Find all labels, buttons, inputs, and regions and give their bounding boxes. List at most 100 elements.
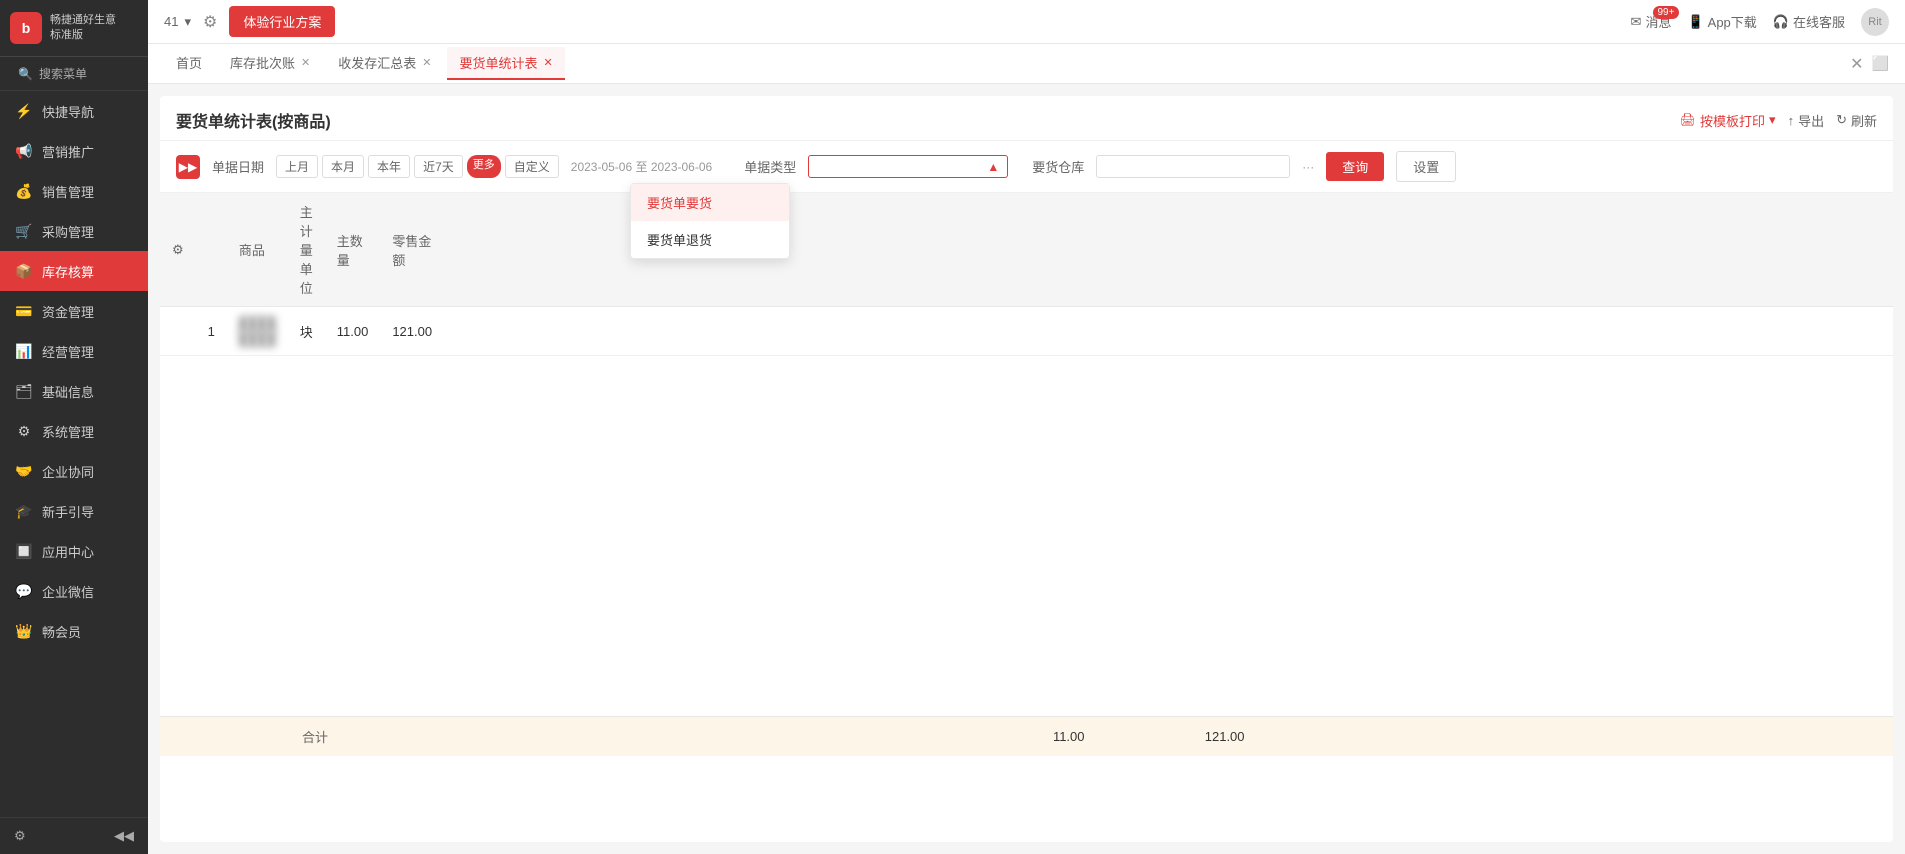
sidebar-item-purchase[interactable]: 🛒 采购管理 [0,211,148,251]
message-button[interactable]: ✉ 消息 99+ [1631,12,1672,31]
nav-icon-purchase: 🛒 [14,221,34,241]
topbar-left: 41 ▾ ⚙ 体验行业方案 [164,6,335,37]
sidebar: b 畅捷通好生意 标准版 🔍 搜索菜单 ⚡快捷导航📢营销推广💰销售管理🛒采购管理… [0,0,148,854]
warehouse-filter-input[interactable] [1096,155,1290,178]
sidebar-item-marketing[interactable]: 📢营销推广 [0,131,148,171]
expand-tab-button[interactable]: ⬜ [1872,55,1889,72]
sidebar-item-wechat[interactable]: 💬企业微信 [0,571,148,611]
col-header-product: 商品 [227,193,288,307]
footer-qty-value: 11.00 [1005,729,1085,744]
tab-batch-label: 库存批次账 [230,53,295,72]
tab-batch[interactable]: 库存批次账 ✕ [218,47,322,80]
filter-expand-button[interactable]: ▶▶ [176,155,200,179]
table-footer: 合计 11.00 121.00 [160,716,1893,756]
tab-home-label: 首页 [176,53,202,72]
sidebar-item-sales[interactable]: 💰 销售管理 [0,171,148,211]
sidebar-item-inventory[interactable]: 📦库存核算 [0,251,148,291]
type-filter-input[interactable] [817,159,987,174]
message-icon: ✉ [1631,14,1642,30]
sidebar-search[interactable]: 🔍 搜索菜单 [0,57,148,91]
nav-label-system: 系统管理 [42,422,94,441]
type-filter-chevron-up[interactable]: ▲ [987,160,999,174]
settings-icon[interactable]: ⚙ [14,828,26,844]
col-header-unit: 主计量单位 [288,193,325,307]
sidebar-item-quicknav[interactable]: ⚡快捷导航 [0,91,148,131]
export-button[interactable]: ↑ 导出 [1788,111,1825,130]
setting-button[interactable]: 设置 [1396,151,1456,182]
nav-label-purchase: 采购管理 [42,222,94,241]
type-filter-input-wrapper[interactable]: ▲ [808,155,1008,178]
tab-receive-close[interactable]: ✕ [422,56,431,69]
date-btn-custom[interactable]: 自定义 [505,155,559,178]
nav-icon-collab: 🤝 [14,461,34,481]
data-table: ⚙ 商品 主计量单位 主数量 零售金额 1 [160,193,1893,356]
search-icon: 🔍 [18,67,33,81]
nav-label-sales: 销售管理 [42,182,94,201]
nav-icon-marketing: 📢 [14,141,34,161]
avatar[interactable]: Rit [1861,8,1889,36]
sidebar-item-finance[interactable]: 💳资金管理 [0,291,148,331]
sidebar-item-guide[interactable]: 🎓新手引导 [0,491,148,531]
date-btn-last-month[interactable]: 上月 [276,155,318,178]
type-filter-label: 单据类型 [744,157,796,176]
tab-batch-close[interactable]: ✕ [301,56,310,69]
tab-count-selector[interactable]: 41 ▾ [164,14,191,30]
tab-count-value: 41 [164,14,178,29]
sidebar-item-member[interactable]: 👑畅会员 [0,611,148,651]
trial-button[interactable]: 体验行业方案 [229,6,335,37]
sidebar-collapse-button[interactable]: ◀◀ [114,828,134,844]
date-quick-buttons: 上月 本月 本年 近7天 更多 自定义 [276,155,559,178]
filter-row: ▶▶ 单据日期 上月 本月 本年 近7天 更多 自定义 2023-05-06 至… [160,141,1893,193]
app-download-label: App下载 [1708,12,1757,31]
sidebar-nav: ⚡快捷导航📢营销推广 💰 销售管理 🛒 采购管理 📦库存核算💳资金管理📊经营管理🗂基础信息… [0,91,148,817]
dropdown-item-order[interactable]: 要货单要货 [631,184,789,221]
sidebar-footer-icons: ⚙ [14,828,26,844]
table-row: 1 ████ ████ 块 11.00 121.00 [160,307,1893,356]
refresh-button[interactable]: ↻ 刷新 [1836,111,1877,130]
print-label: 按模板打印 [1700,111,1765,130]
page-title: 要货单统计表(按商品) [176,108,331,132]
type-dropdown-menu: 要货单要货 要货单退货 [630,183,790,259]
app-download-button[interactable]: 📱 App下载 [1687,12,1756,31]
close-all-tabs-button[interactable]: ✕ [1850,54,1863,74]
query-button[interactable]: 查询 [1326,152,1384,181]
export-label: 导出 [1798,111,1824,130]
date-btn-this-year[interactable]: 本年 [368,155,410,178]
app-brand-name: 畅捷通好生意 标准版 [50,13,116,44]
row-gear [160,307,196,356]
sidebar-item-basic[interactable]: 🗂基础信息 [0,371,148,411]
tab-order[interactable]: 要货单统计表 ✕ [447,47,564,80]
dropdown-item-return[interactable]: 要货单退货 [631,221,789,258]
page-actions: 🖨 按模板打印 ▾ ↑ 导出 ↻ 刷新 [1680,111,1878,130]
nav-icon-sales: 💰 [14,181,34,201]
date-filter-label: 单据日期 [212,157,264,176]
col-header-qty: 主数量 [325,193,381,307]
nav-label-quicknav: 快捷导航 [42,102,94,121]
date-more-badge[interactable]: 更多 [467,155,501,178]
sidebar-item-operation[interactable]: 📊经营管理 [0,331,148,371]
filter-more-button[interactable]: ··· [1302,160,1314,174]
print-button[interactable]: 🖨 按模板打印 ▾ [1680,111,1776,130]
tab-home[interactable]: 首页 [164,47,214,80]
tabs-bar: 首页 库存批次账 ✕ 收发存汇总表 ✕ 要货单统计表 ✕ ✕ ⬜ [148,44,1905,84]
main-area: 41 ▾ ⚙ 体验行业方案 ✉ 消息 99+ 📱 App下载 🎧 在线客服 Ri… [148,0,1905,854]
export-icon: ↑ [1788,113,1795,128]
sidebar-item-collab[interactable]: 🤝企业协同 [0,451,148,491]
sidebar-item-system[interactable]: ⚙系统管理 [0,411,148,451]
gear-icon-topbar[interactable]: ⚙ [203,12,217,32]
nav-icon-guide: 🎓 [14,501,34,521]
tab-order-close[interactable]: ✕ [544,56,553,69]
tab-receive[interactable]: 收发存汇总表 ✕ [326,47,443,80]
date-btn-this-month[interactable]: 本月 [322,155,364,178]
nav-label-wechat: 企业微信 [42,582,94,601]
online-service-button[interactable]: 🎧 在线客服 [1773,12,1845,31]
sidebar-footer: ⚙ ◀◀ [0,817,148,854]
nav-icon-operation: 📊 [14,341,34,361]
date-btn-last-7days[interactable]: 近7天 [414,155,463,178]
row-amount: 121.00 [380,307,444,356]
sidebar-item-apps[interactable]: 🔲应用中心 [0,531,148,571]
chevron-down-icon: ▾ [184,14,191,30]
col-header-gear[interactable]: ⚙ [160,193,196,307]
nav-label-finance: 资金管理 [42,302,94,321]
nav-icon-basic: 🗂 [14,381,34,401]
